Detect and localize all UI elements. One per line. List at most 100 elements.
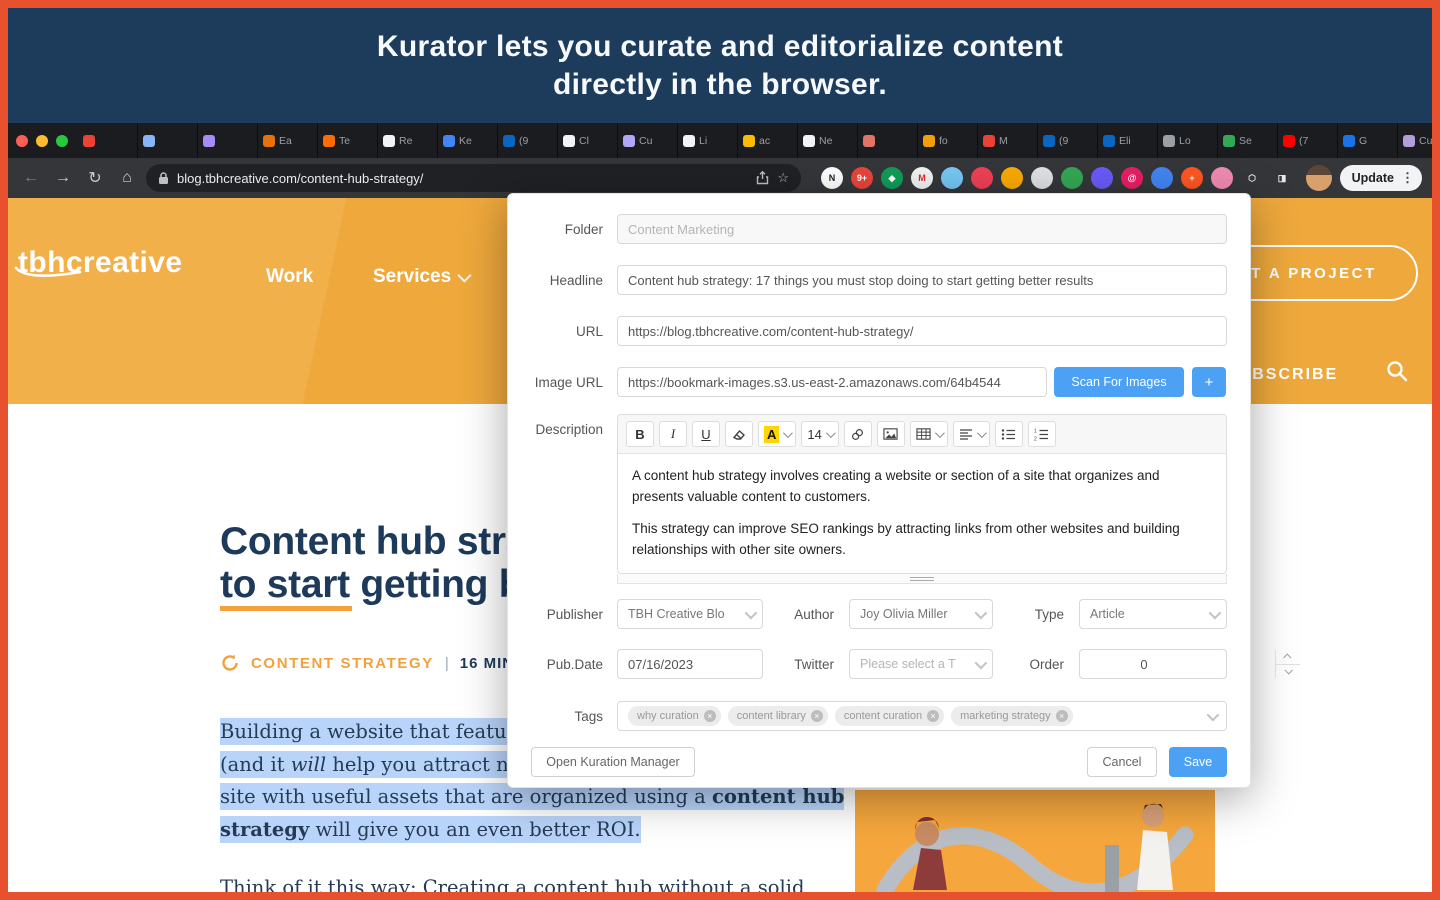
extension-icon[interactable] xyxy=(1151,167,1173,189)
nav-item-services[interactable]: Services xyxy=(373,266,472,288)
tag-chip[interactable]: content curation × xyxy=(834,706,945,726)
browser-tab[interactable]: (9 xyxy=(498,123,558,158)
pub-date-input[interactable] xyxy=(617,649,763,679)
font-size-button[interactable]: 14 xyxy=(801,421,839,447)
extension-icon[interactable]: ⬡ xyxy=(1241,167,1263,189)
browser-tab[interactable] xyxy=(138,123,198,158)
cancel-button[interactable]: Cancel xyxy=(1087,747,1157,777)
traffic-light[interactable] xyxy=(56,134,68,147)
folder-input[interactable] xyxy=(617,214,1227,244)
browser-tab[interactable] xyxy=(198,123,258,158)
browser-tab[interactable]: Cu xyxy=(618,123,678,158)
reload-button[interactable]: ↻ xyxy=(82,165,108,191)
extension-icon[interactable] xyxy=(1061,167,1083,189)
extension-icon[interactable] xyxy=(1091,167,1113,189)
search-icon[interactable] xyxy=(1386,360,1408,387)
open-kuration-manager-button[interactable]: Open Kuration Manager xyxy=(531,747,695,777)
update-button[interactable]: Update ⋮ xyxy=(1339,165,1422,191)
description-content[interactable]: A content hub strategy involves creating… xyxy=(618,454,1226,573)
browser-tab[interactable]: Ea xyxy=(258,123,318,158)
browser-tab[interactable]: (7 xyxy=(1278,123,1338,158)
underline-button[interactable]: U xyxy=(692,421,720,447)
browser-tab[interactable]: ac xyxy=(738,123,798,158)
insert-table-button[interactable] xyxy=(909,421,948,447)
nav-item-work[interactable]: Work xyxy=(266,266,313,288)
tag-remove-icon[interactable]: × xyxy=(927,710,940,722)
browser-tab[interactable]: Cu xyxy=(1398,123,1432,158)
browser-tab[interactable]: Re xyxy=(378,123,438,158)
headline-input[interactable] xyxy=(617,265,1227,295)
browser-tab[interactable]: M xyxy=(978,123,1038,158)
add-image-button[interactable]: + xyxy=(1192,367,1226,397)
scan-for-images-button[interactable]: Scan For Images xyxy=(1054,367,1184,397)
tags-field[interactable]: why curation × content library × content… xyxy=(617,701,1227,731)
tag-remove-icon[interactable]: × xyxy=(810,710,823,722)
tag-remove-icon[interactable]: × xyxy=(703,710,716,722)
traffic-light[interactable] xyxy=(16,134,28,147)
share-icon[interactable] xyxy=(756,171,769,185)
site-logo[interactable]: tbhcreative xyxy=(14,246,182,280)
menu-kebab-icon[interactable]: ⋮ xyxy=(1401,170,1414,186)
spinner-up-button[interactable] xyxy=(1276,650,1300,665)
author-select[interactable]: Joy Olivia Miller xyxy=(849,599,993,629)
extension-icon[interactable]: ◨ xyxy=(1271,167,1293,189)
browser-tab[interactable]: Ke xyxy=(438,123,498,158)
description-editor[interactable]: B I U A 14 1 2 A content hub strategy in… xyxy=(617,414,1227,574)
browser-tab[interactable]: (9 xyxy=(1038,123,1098,158)
tag-chip[interactable]: content library × xyxy=(727,706,828,726)
browser-tab[interactable]: fo xyxy=(918,123,978,158)
extension-icon[interactable] xyxy=(941,167,963,189)
extension-icon[interactable] xyxy=(1031,167,1053,189)
italic-button[interactable]: I xyxy=(659,421,687,447)
browser-tab[interactable]: Cl xyxy=(558,123,618,158)
save-button[interactable]: Save xyxy=(1169,747,1227,777)
editor-resize-handle[interactable] xyxy=(617,574,1227,584)
extension-icon[interactable]: N xyxy=(821,167,843,189)
browser-tab[interactable]: Te xyxy=(318,123,378,158)
text-color-button[interactable]: A xyxy=(758,421,797,447)
category-link[interactable]: CONTENT STRATEGY xyxy=(251,655,434,672)
order-input[interactable] xyxy=(1079,649,1227,679)
bookmark-star-icon[interactable]: ☆ xyxy=(777,170,789,186)
home-button[interactable]: ⌂ xyxy=(114,165,140,191)
tag-chip[interactable]: why curation × xyxy=(628,706,721,726)
browser-tab[interactable] xyxy=(858,123,918,158)
profile-avatar[interactable] xyxy=(1305,165,1332,191)
tag-chip[interactable]: marketing strategy × xyxy=(951,706,1073,726)
traffic-light[interactable] xyxy=(36,134,48,147)
extension-icon[interactable]: @ xyxy=(1121,167,1143,189)
bullet-list-button[interactable] xyxy=(994,421,1023,447)
browser-tab[interactable]: G xyxy=(1338,123,1398,158)
url-input[interactable] xyxy=(617,316,1227,346)
browser-tab[interactable]: Li xyxy=(678,123,738,158)
extension-icon[interactable] xyxy=(1001,167,1023,189)
numbered-list-button[interactable]: 12 xyxy=(1027,421,1056,447)
insert-image-button[interactable] xyxy=(876,421,905,447)
browser-tab[interactable]: Lo xyxy=(1158,123,1218,158)
browser-tab[interactable] xyxy=(78,123,138,158)
back-button[interactable]: ← xyxy=(18,165,44,191)
extension-icon[interactable] xyxy=(1211,167,1233,189)
refresh-icon xyxy=(222,654,238,671)
extension-icon[interactable]: 9+ xyxy=(851,167,873,189)
browser-tab[interactable]: Ne xyxy=(798,123,858,158)
address-bar[interactable]: blog.tbhcreative.com/content-hub-strateg… xyxy=(146,164,801,192)
browser-tab[interactable]: Eli xyxy=(1098,123,1158,158)
clear-format-button[interactable] xyxy=(725,421,753,447)
bold-button[interactable]: B xyxy=(626,421,654,447)
lock-icon[interactable] xyxy=(158,171,169,185)
extension-icon[interactable]: ◆ xyxy=(881,167,903,189)
spinner-down-button[interactable] xyxy=(1276,665,1300,679)
extension-icon[interactable] xyxy=(971,167,993,189)
publisher-select[interactable]: TBH Creative Blo xyxy=(617,599,763,629)
browser-tab[interactable]: Se xyxy=(1218,123,1278,158)
extension-icon[interactable]: + xyxy=(1181,167,1203,189)
tag-remove-icon[interactable]: × xyxy=(1055,710,1068,722)
extension-icon[interactable]: M xyxy=(911,167,933,189)
image-url-input[interactable] xyxy=(617,367,1047,397)
forward-button[interactable]: → xyxy=(50,165,76,191)
paragraph-align-button[interactable] xyxy=(952,421,990,447)
twitter-select[interactable]: Please select a T xyxy=(849,649,993,679)
type-select[interactable]: Article xyxy=(1079,599,1227,629)
insert-link-button[interactable] xyxy=(843,421,872,447)
